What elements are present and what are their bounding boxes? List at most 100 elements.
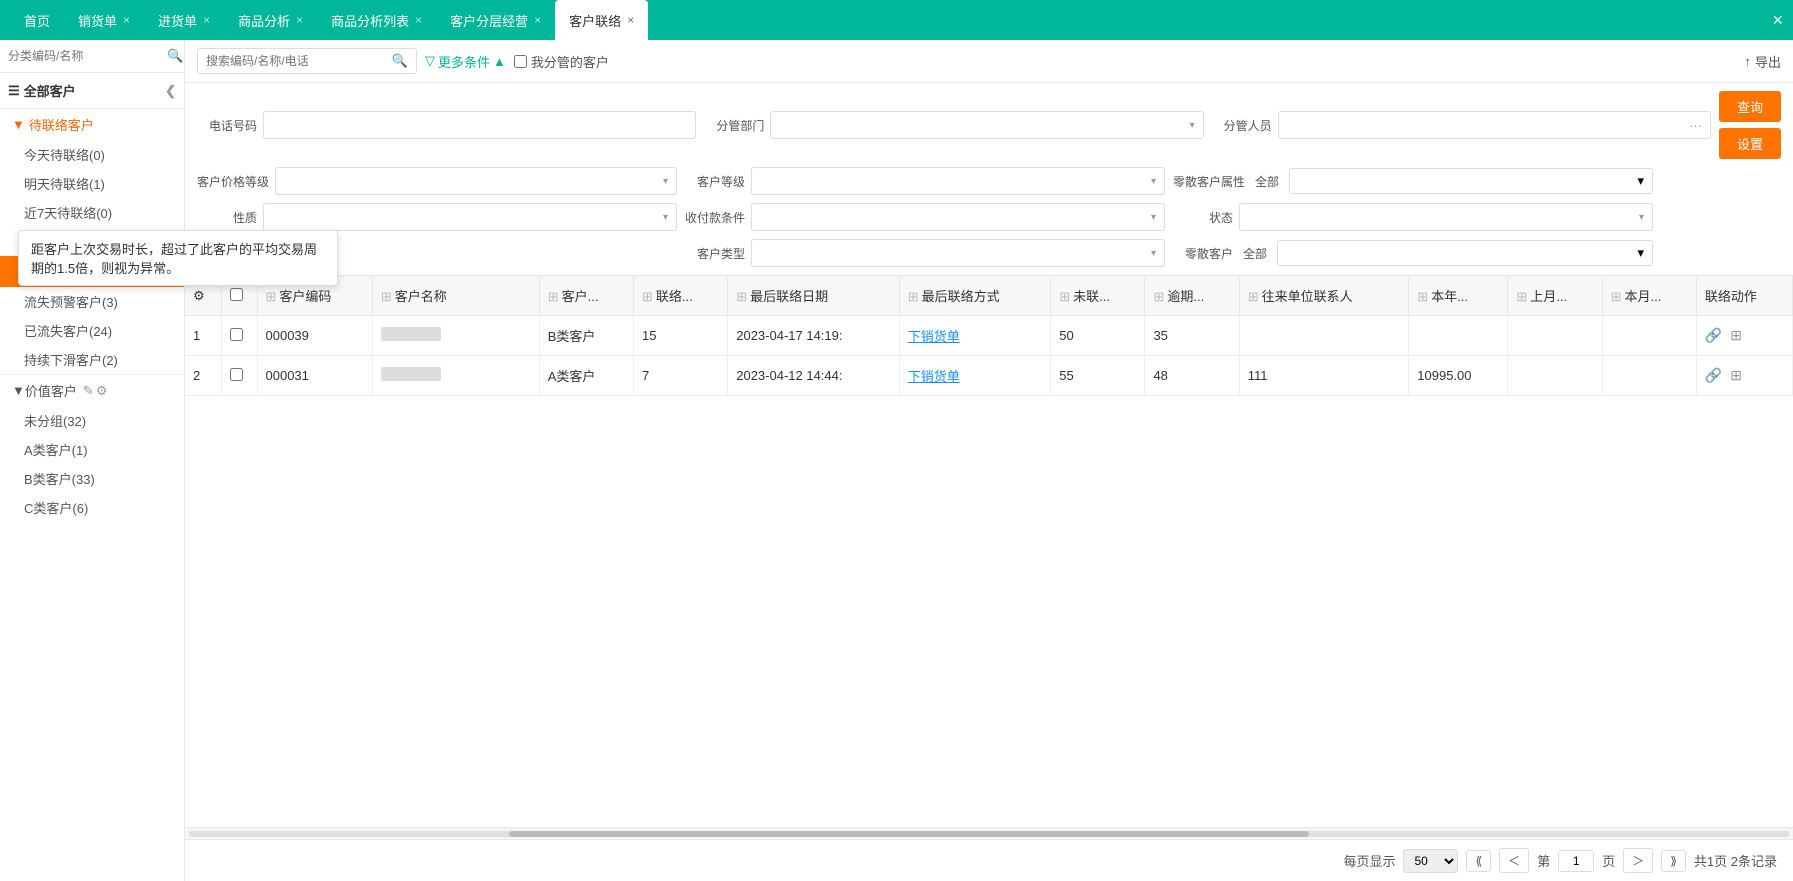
row-last-method[interactable]: 下销货单 xyxy=(899,356,1051,396)
page-input[interactable] xyxy=(1558,850,1594,872)
sidebar-item-declining[interactable]: 持续下滑客户(2) xyxy=(0,345,184,374)
nav-item-home[interactable]: 首页 xyxy=(10,0,64,40)
sidebar-group-pending[interactable]: ▼ 待联络客户 xyxy=(0,109,184,140)
row-action: 🔗 ⊞ xyxy=(1696,316,1792,356)
last-page-button[interactable]: ⟫ xyxy=(1661,850,1686,872)
col-contact-count[interactable]: ⊞联络... xyxy=(634,276,728,316)
scrollbar-track[interactable] xyxy=(189,831,1789,837)
row-checkbox[interactable] xyxy=(221,316,257,356)
filter-customer-level-select[interactable]: ▾ xyxy=(751,167,1165,195)
filter-price-level-select[interactable]: ▾ xyxy=(275,167,677,195)
sidebar-group-value-customers[interactable]: ▼ 价值客户 ✎ ⚙ xyxy=(0,374,184,406)
window-close-button[interactable]: × xyxy=(1772,10,1783,31)
col-last-method[interactable]: ⊞最后联络方式 xyxy=(899,276,1051,316)
col-level[interactable]: ⊞客户... xyxy=(539,276,633,316)
sidebar-item-ungrouped[interactable]: 未分组(32) xyxy=(0,406,184,435)
filter-customer-type: 客户类型 ▾ xyxy=(685,239,1165,267)
filter-status-select[interactable]: ▾ xyxy=(1239,203,1653,231)
filter-payment-select[interactable]: ▾ xyxy=(751,203,1165,231)
link-action-icon[interactable]: 🔗 xyxy=(1705,327,1722,344)
next-page-button[interactable]: ＞ xyxy=(1623,848,1653,873)
grid-action-icon[interactable]: ⊞ xyxy=(1730,327,1742,344)
table-row: 2 000031 A类客户 7 2023-04-12 14:44: 下销货单 5… xyxy=(185,356,1793,396)
sidebar-item-class-c[interactable]: C类客户(6) xyxy=(0,493,184,522)
scrollbar-thumb[interactable] xyxy=(509,831,1309,837)
sidebar-item-churn-warning[interactable]: 流失预警客户(3) xyxy=(0,287,184,316)
nav-item-product-list[interactable]: 商品分析列表 × xyxy=(317,0,436,40)
nav-item-product-analysis[interactable]: 商品分析 × xyxy=(224,0,317,40)
collapse-icon[interactable]: ❮ xyxy=(165,83,176,99)
row-select-checkbox[interactable] xyxy=(230,368,243,381)
sidebar-item-today[interactable]: 今天待联络(0) xyxy=(0,140,184,169)
search-input[interactable] xyxy=(206,54,392,68)
sidebar-item-tomorrow[interactable]: 明天待联络(1) xyxy=(0,169,184,198)
filter-phone-input[interactable] xyxy=(263,111,696,139)
col-this-month[interactable]: ⊞本月... xyxy=(1602,276,1696,316)
col-uncontact[interactable]: ⊞未联... xyxy=(1051,276,1145,316)
filter-person-select[interactable]: ··· xyxy=(1278,111,1711,139)
col-overdue[interactable]: ⊞逾期... xyxy=(1145,276,1239,316)
close-icon[interactable]: × xyxy=(296,13,303,27)
row-checkbox[interactable] xyxy=(221,356,257,396)
filter-row-3: 性质 ▾ 收付款条件 ▾ 状态 xyxy=(197,203,1781,231)
close-icon[interactable]: × xyxy=(123,13,130,27)
row-select-checkbox[interactable] xyxy=(230,328,243,341)
nav-item-customer-contact[interactable]: 客户联络 × xyxy=(555,0,648,40)
sidebar-item-class-a[interactable]: A类客户(1) xyxy=(0,435,184,464)
close-icon[interactable]: × xyxy=(534,13,541,27)
nav-item-sales[interactable]: 销货单 × xyxy=(64,0,144,40)
query-settings-buttons: 查询 设置 xyxy=(1719,91,1781,159)
select-all-checkbox[interactable] xyxy=(230,288,243,301)
filter-dept-select[interactable]: ▾ xyxy=(770,111,1203,139)
col-last-date[interactable]: ⊞最后联络日期 xyxy=(728,276,899,316)
edit-icon[interactable]: ✎ xyxy=(83,383,94,399)
col-contact-person[interactable]: ⊞往来单位联系人 xyxy=(1239,276,1409,316)
more-conditions-button[interactable]: ▽ 更多条件 ▲ xyxy=(425,52,506,71)
export-button[interactable]: ↑ 导出 xyxy=(1744,52,1781,71)
sidebar-search-input[interactable] xyxy=(8,49,163,63)
chevron-down-icon: ▾ xyxy=(1639,212,1644,223)
link-action-icon[interactable]: 🔗 xyxy=(1705,367,1722,384)
filter-payment: 收付款条件 ▾ xyxy=(685,203,1165,231)
nav-item-purchase[interactable]: 进货单 × xyxy=(144,0,224,40)
row-last-method[interactable]: 下销货单 xyxy=(899,316,1051,356)
chevron-down-icon: ▾ xyxy=(663,212,668,223)
my-customers-checkbox-input[interactable] xyxy=(514,55,527,68)
settings-button[interactable]: 设置 xyxy=(1719,128,1781,159)
close-icon[interactable]: × xyxy=(627,13,634,27)
settings-small-icon[interactable]: ⚙ xyxy=(96,383,108,399)
filter-retail-customer-select[interactable]: ▾ xyxy=(1277,240,1653,266)
filter-dept: 分管部门 ▾ xyxy=(704,111,1203,139)
page-label: 第 xyxy=(1537,851,1550,870)
sidebar-search-icon[interactable]: 🔍 xyxy=(167,48,183,64)
query-button[interactable]: 查询 xyxy=(1719,91,1781,122)
close-icon[interactable]: × xyxy=(203,13,210,27)
prev-page-button[interactable]: ＜ xyxy=(1499,848,1529,873)
per-page-select[interactable]: 50 100 200 xyxy=(1403,849,1458,873)
horizontal-scrollbar[interactable] xyxy=(185,827,1793,839)
filter-retail-attr-select[interactable]: ▾ xyxy=(1289,168,1653,194)
sidebar-item-churned[interactable]: 已流失客户(24) xyxy=(0,316,184,345)
col-name[interactable]: ⊞客户名称 xyxy=(372,276,539,316)
row-this-year xyxy=(1409,316,1508,356)
col-this-year[interactable]: ⊞本年... xyxy=(1409,276,1508,316)
row-last-month xyxy=(1508,316,1602,356)
sidebar-item-7days[interactable]: 近7天待联络(0) xyxy=(0,198,184,227)
my-customers-checkbox[interactable]: 我分管的客户 xyxy=(514,52,609,71)
close-icon[interactable]: × xyxy=(415,13,422,27)
filter-customer-type-select[interactable]: ▾ xyxy=(751,239,1165,267)
filter-payment-label: 收付款条件 xyxy=(685,209,745,226)
filter-customer-type-label: 客户类型 xyxy=(685,245,745,262)
col-last-month[interactable]: ⊞上月... xyxy=(1508,276,1602,316)
filter-nature-select[interactable]: ▾ xyxy=(263,203,677,231)
search-icon[interactable]: 🔍 xyxy=(392,53,408,69)
nav-item-customer-layer[interactable]: 客户分层经营 × xyxy=(436,0,555,40)
sidebar-item-class-b[interactable]: B类客户(33) xyxy=(0,464,184,493)
page-suffix: 页 xyxy=(1602,851,1615,870)
chevron-down-icon: ▾ xyxy=(1151,212,1156,223)
row-level: A类客户 xyxy=(539,356,633,396)
per-page-label: 每页显示 xyxy=(1343,851,1395,870)
grid-action-icon[interactable]: ⊞ xyxy=(1730,367,1742,384)
first-page-button[interactable]: ⟪ xyxy=(1466,850,1491,872)
chevron-down-icon: ▼ xyxy=(12,117,25,132)
